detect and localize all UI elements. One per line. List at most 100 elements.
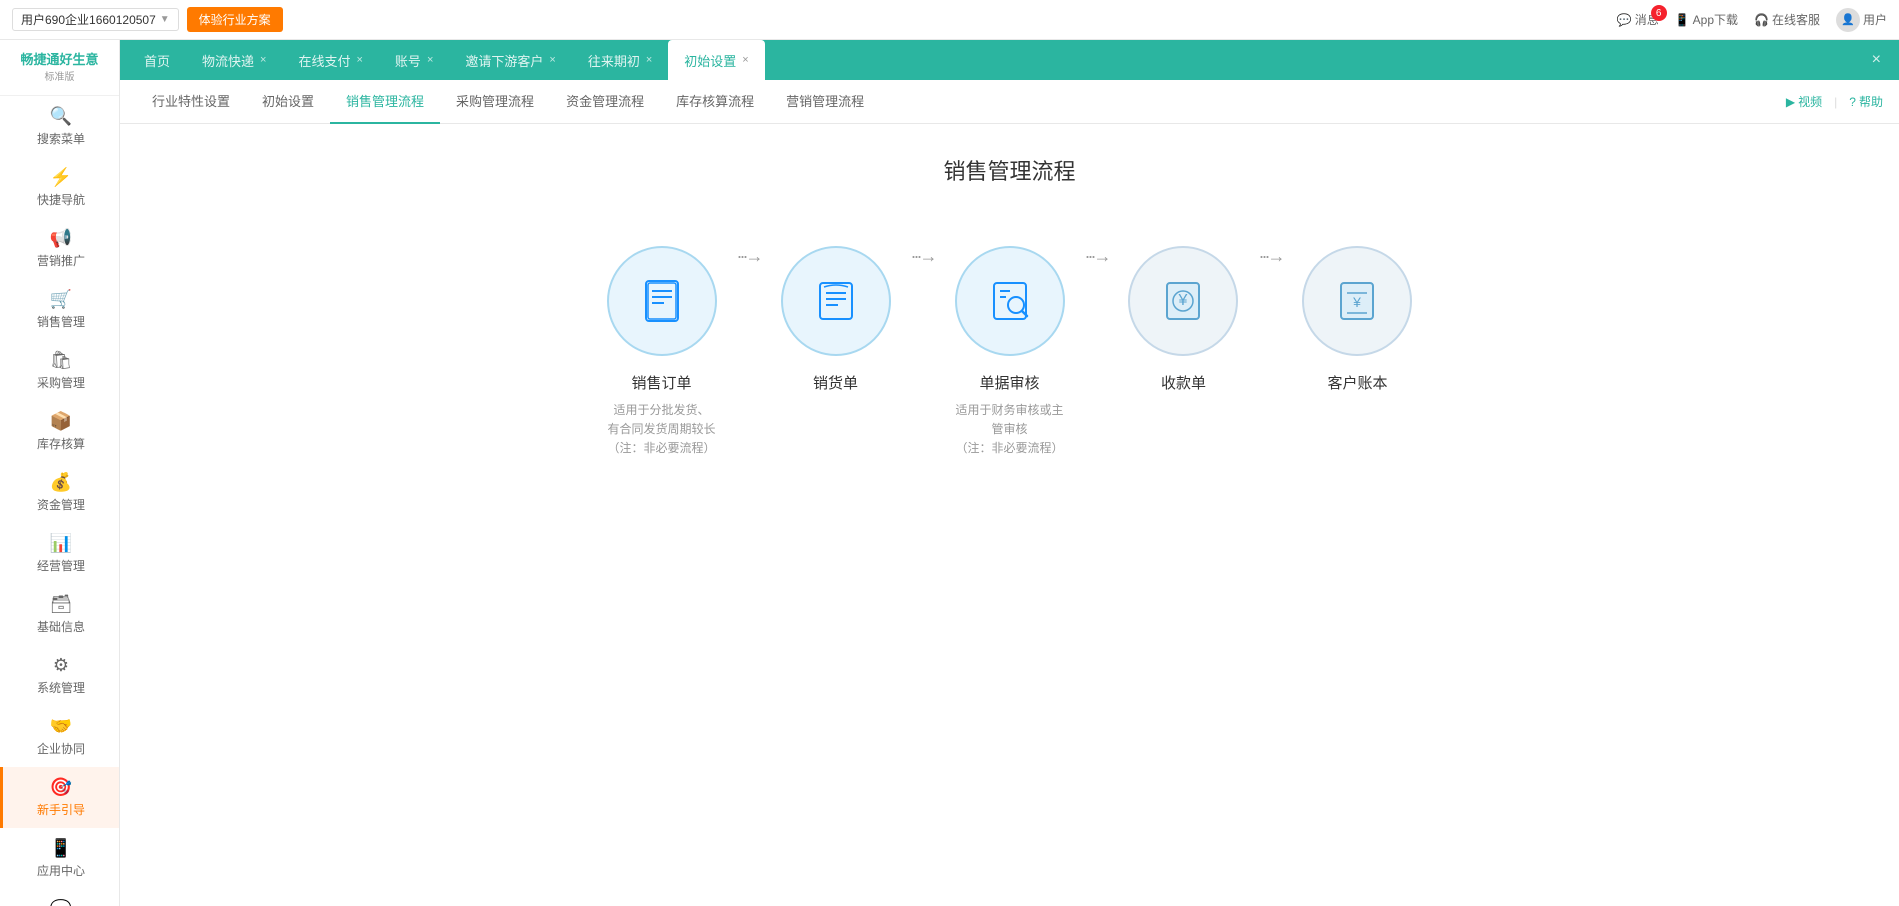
sidebar-item-system[interactable]: ⚙ 系统管理 — [0, 645, 119, 706]
nav-tab-period[interactable]: 往来期初 × — [572, 40, 668, 80]
customer-service-item[interactable]: 🎧 在线客服 — [1754, 11, 1820, 28]
sidebar-item-basic[interactable]: 🗃 基础信息 — [0, 584, 119, 645]
sidebar-item-appcenter[interactable]: 📱 应用中心 — [0, 828, 119, 889]
app-download-label: App下载 — [1693, 11, 1738, 28]
flow-item-delivery[interactable]: 销货单 — [756, 246, 916, 401]
flow-desc-audit: 适用于财务审核或主管审核（注：非必要流程） — [955, 401, 1063, 459]
quicknav-icon: ⚡ — [50, 167, 72, 188]
sub-tab-marketing-flow[interactable]: 营销管理流程 — [770, 80, 880, 124]
nav-tab-init[interactable]: 初始设置 × — [668, 40, 764, 80]
header-left: 用户690企业1660120507 ▼ 体验行业方案 — [12, 7, 283, 32]
flow-desc-sales-order: 适用于分批发货、有合同发货周期较长（注：非必要流程） — [608, 401, 716, 459]
sidebar-item-marketing[interactable]: 📢 营销推广 — [0, 218, 119, 279]
help-action[interactable]: ? 帮助 — [1849, 93, 1883, 110]
header-right: 💬 消息 6 📱 App下载 🎧 在线客服 👤 用户 — [1617, 8, 1887, 32]
flow-label-receipt: 收款单 — [1161, 372, 1206, 393]
sub-tab-industry-label: 行业特性设置 — [152, 91, 230, 110]
nav-tab-invite[interactable]: 邀请下游客户 × — [449, 40, 571, 80]
sidebar-label-appcenter: 应用中心 — [37, 862, 85, 879]
sidebar-label-newguide: 新手引导 — [37, 801, 85, 818]
help-label: 帮助 — [1859, 93, 1883, 110]
sidebar-item-newguide[interactable]: 🎯 新手引导 — [0, 767, 119, 828]
close-invite-icon[interactable]: × — [549, 54, 555, 66]
flow-item-receipt[interactable]: ¥ 收款单 — [1103, 246, 1263, 401]
avatar: 👤 — [1836, 8, 1860, 32]
close-logistics-icon[interactable]: × — [260, 54, 266, 66]
nav-tab-home[interactable]: 首页 — [128, 40, 186, 80]
main-content: 销售管理流程 — [120, 124, 1899, 906]
flow-item-audit[interactable]: 单据审核 适用于财务审核或主管审核（注：非必要流程） — [930, 246, 1090, 459]
video-label: 视频 — [1798, 93, 1822, 110]
dropdown-arrow-icon: ▼ — [160, 14, 170, 25]
sidebar-label-basic: 基础信息 — [37, 618, 85, 635]
close-init-icon[interactable]: × — [742, 54, 748, 66]
nav-tab-invite-label: 邀请下游客户 — [465, 51, 543, 70]
app-container: 用户690企业1660120507 ▼ 体验行业方案 💬 消息 6 📱 App下… — [0, 0, 1899, 906]
nav-tab-account-label: 账号 — [395, 51, 421, 70]
sidebar: 畅捷通好生意 标准版 🔍 搜索菜单 ⚡ 快捷导航 📢 营销推广 🛒 销售管理 🛍 — [0, 40, 120, 906]
close-period-icon[interactable]: × — [646, 54, 652, 66]
sub-tab-purchase-flow-label: 采购管理流程 — [456, 91, 534, 110]
finance-icon: 💰 — [50, 472, 72, 493]
app-download-item[interactable]: 📱 App下载 — [1675, 11, 1738, 28]
sidebar-item-collab[interactable]: 🤝 企业协同 — [0, 706, 119, 767]
sub-tab-industry[interactable]: 行业特性设置 — [136, 80, 246, 124]
appcenter-icon: 📱 — [50, 838, 72, 859]
sub-tab-init[interactable]: 初始设置 — [246, 80, 330, 124]
sidebar-item-operation[interactable]: 📊 经营管理 — [0, 523, 119, 584]
sub-tabs-bar: 行业特性设置 初始设置 销售管理流程 采购管理流程 资金管理流程 — [120, 80, 1899, 124]
purchase-icon: 🛍 — [50, 350, 73, 371]
sub-tab-inventory-flow[interactable]: 库存核算流程 — [660, 80, 770, 124]
sidebar-item-inventory[interactable]: 📦 库存核算 — [0, 401, 119, 462]
help-icon: ? — [1849, 95, 1856, 109]
sidebar-item-quicknav[interactable]: ⚡ 快捷导航 — [0, 157, 119, 218]
nav-tab-payment-label: 在线支付 — [298, 51, 350, 70]
close-account-icon[interactable]: × — [427, 54, 433, 66]
sidebar-label-purchase: 采购管理 — [37, 374, 85, 391]
content-area: 首页 物流快递 × 在线支付 × 账号 × 邀请下游客户 × — [120, 40, 1899, 906]
flow-item-account[interactable]: ¥ 客户账本 — [1277, 246, 1437, 401]
nav-tab-period-label: 往来期初 — [588, 51, 640, 70]
sidebar-label-finance: 资金管理 — [37, 496, 85, 513]
sub-tab-finance-flow[interactable]: 资金管理流程 — [550, 80, 660, 124]
sidebar-logo: 畅捷通好生意 标准版 — [0, 40, 119, 96]
nav-tab-payment[interactable]: 在线支付 × — [282, 40, 378, 80]
sidebar-item-wechat[interactable]: 💬 企业微信 — [0, 889, 119, 906]
sub-tab-sales-flow-label: 销售管理流程 — [346, 91, 424, 110]
user-profile-item[interactable]: 👤 用户 — [1836, 8, 1887, 32]
user-label: 用户690企业1660120507 — [21, 11, 156, 28]
nav-tabs-bar: 首页 物流快递 × 在线支付 × 账号 × 邀请下游客户 × — [120, 40, 1899, 80]
message-item[interactable]: 💬 消息 6 — [1617, 11, 1659, 28]
sub-tab-purchase-flow[interactable]: 采购管理流程 — [440, 80, 550, 124]
close-all-tabs-icon[interactable]: × — [1862, 51, 1891, 69]
sidebar-item-finance[interactable]: 💰 资金管理 — [0, 462, 119, 523]
flow-label-audit: 单据审核 — [979, 372, 1039, 393]
trial-button[interactable]: 体验行业方案 — [187, 7, 283, 32]
sidebar-item-sales[interactable]: 🛒 销售管理 — [0, 279, 119, 340]
newguide-icon: 🎯 — [50, 777, 72, 798]
nav-tab-account[interactable]: 账号 × — [379, 40, 449, 80]
sub-tab-finance-flow-label: 资金管理流程 — [566, 91, 644, 110]
collab-icon: 🤝 — [50, 716, 72, 737]
nav-tab-logistics[interactable]: 物流快递 × — [186, 40, 282, 80]
sub-tab-sales-flow[interactable]: 销售管理流程 — [330, 80, 440, 124]
sub-tab-inventory-flow-label: 库存核算流程 — [676, 91, 754, 110]
svg-text:¥: ¥ — [1178, 292, 1188, 309]
nav-tab-home-label: 首页 — [144, 51, 170, 70]
sidebar-label-collab: 企业协同 — [37, 740, 85, 757]
flow-circle-sales-order — [607, 246, 717, 356]
sub-tabs: 行业特性设置 初始设置 销售管理流程 采购管理流程 资金管理流程 — [136, 80, 880, 124]
basic-icon: 🗃 — [50, 594, 73, 615]
flow-circle-receipt: ¥ — [1128, 246, 1238, 356]
sidebar-label-sales: 销售管理 — [37, 313, 85, 330]
top-header: 用户690企业1660120507 ▼ 体验行业方案 💬 消息 6 📱 App下… — [0, 0, 1899, 40]
user-select[interactable]: 用户690企业1660120507 ▼ — [12, 8, 179, 31]
video-action[interactable]: ▶ 视频 — [1786, 93, 1822, 110]
flow-item-sales-order[interactable]: 销售订单 适用于分批发货、有合同发货周期较长（注：非必要流程） — [582, 246, 742, 459]
close-payment-icon[interactable]: × — [356, 54, 362, 66]
sidebar-item-search[interactable]: 🔍 搜索菜单 — [0, 96, 119, 157]
sidebar-item-purchase[interactable]: 🛍 采购管理 — [0, 340, 119, 401]
flow-label-sales-order: 销售订单 — [632, 372, 692, 393]
headset-icon: 🎧 — [1754, 13, 1769, 27]
play-icon: ▶ — [1786, 95, 1795, 109]
